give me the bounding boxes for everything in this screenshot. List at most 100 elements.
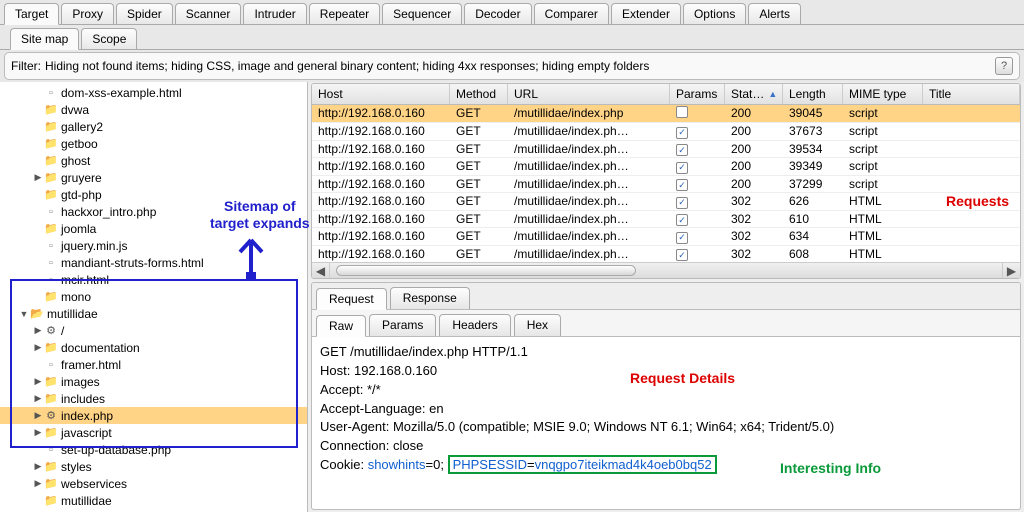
tab-response[interactable]: Response [390, 287, 470, 309]
table-header-row: HostMethodURLParamsStat…▲LengthMIME type… [312, 84, 1020, 105]
folder-open-icon: 📂 [30, 307, 44, 320]
help-icon[interactable]: ? [995, 57, 1013, 75]
tree-item[interactable]: 📁mutillidae [0, 492, 307, 509]
tab-alerts[interactable]: Alerts [748, 3, 801, 24]
tab-scanner[interactable]: Scanner [175, 3, 242, 24]
horizontal-scrollbar[interactable]: ◀ ▶ [312, 262, 1020, 278]
gear-icon: ⚙ [44, 324, 58, 337]
tree-item[interactable]: ▶📁webservices [0, 475, 307, 492]
table-row[interactable]: http://192.168.0.160GET/mutillidae/index… [312, 105, 1020, 123]
tab-hex[interactable]: Hex [514, 314, 561, 336]
highlighted-cookie: PHPSESSID=vnqgpo7iteikmad4k4oeb0bq52 [448, 455, 717, 474]
expand-caret-icon[interactable]: ▶ [32, 427, 44, 438]
col-header[interactable]: Length [783, 84, 843, 104]
folder-closed-icon: 📁 [44, 392, 58, 405]
folder-closed-icon: 📁 [44, 290, 58, 303]
tree-item[interactable]: 📁getboo [0, 135, 307, 152]
expand-caret-icon[interactable]: ▼ [18, 309, 30, 319]
tab-proxy[interactable]: Proxy [61, 3, 114, 24]
expand-caret-icon[interactable]: ▶ [32, 393, 44, 404]
raw-request-text[interactable]: GET /mutillidae/index.php HTTP/1.1 Host:… [312, 337, 1020, 481]
tree-item[interactable]: ▶📁styles [0, 458, 307, 475]
gear-icon: ⚙ [44, 409, 58, 422]
col-header[interactable]: URL [508, 84, 670, 104]
col-header[interactable]: Method [450, 84, 508, 104]
tree-item[interactable]: ▶⚙index.php [0, 407, 307, 424]
tab-intruder[interactable]: Intruder [243, 3, 306, 24]
tab-options[interactable]: Options [683, 3, 746, 24]
detail-panel: RequestResponse RawParamsHeadersHex GET … [311, 282, 1021, 510]
tab-request[interactable]: Request [316, 288, 387, 310]
scroll-right-icon[interactable]: ▶ [1002, 263, 1020, 279]
annotation-request-details: Request Details [630, 370, 735, 386]
expand-caret-icon[interactable]: ▶ [32, 342, 44, 353]
params-checkbox-icon: ✓ [676, 179, 688, 191]
sub-tabs: Site mapScope [0, 25, 1024, 50]
folder-closed-icon: 📁 [44, 494, 58, 507]
col-header[interactable]: MIME type [843, 84, 923, 104]
tree-item[interactable]: ▶📁documentation [0, 339, 307, 356]
file-icon: ▫ [44, 86, 58, 99]
tree-item[interactable]: ▶📁gruyere [0, 169, 307, 186]
col-header[interactable]: Host [312, 84, 450, 104]
table-row[interactable]: http://192.168.0.160GET/mutillidae/index… [312, 246, 1020, 263]
tree-item[interactable]: ▶📁images [0, 373, 307, 390]
expand-caret-icon[interactable]: ▶ [32, 461, 44, 472]
expand-caret-icon[interactable]: ▶ [32, 478, 44, 489]
tab-decoder[interactable]: Decoder [464, 3, 531, 24]
tree-item[interactable]: 📁gallery2 [0, 118, 307, 135]
params-checkbox-icon: ✓ [676, 127, 688, 139]
tab-sequencer[interactable]: Sequencer [382, 3, 462, 24]
file-icon: ▫ [44, 443, 58, 456]
tree-item[interactable]: ▫jquery.min.js [0, 237, 307, 254]
expand-caret-icon[interactable]: ▶ [32, 172, 44, 183]
filter-label: Filter: [11, 59, 41, 73]
tree-item[interactable]: 📁mono [0, 288, 307, 305]
tab-extender[interactable]: Extender [611, 3, 681, 24]
col-header[interactable]: Stat…▲ [725, 84, 783, 104]
tab-params[interactable]: Params [369, 314, 436, 336]
expand-caret-icon[interactable]: ▶ [32, 325, 44, 336]
table-row[interactable]: http://192.168.0.160GET/mutillidae/index… [312, 141, 1020, 159]
tab-headers[interactable]: Headers [439, 314, 510, 336]
table-row[interactable]: http://192.168.0.160GET/mutillidae/index… [312, 158, 1020, 176]
tree-item[interactable]: 📁ghost [0, 152, 307, 169]
site-tree[interactable]: ▫dom-xss-example.html📁dvwa📁gallery2📁getb… [0, 82, 308, 512]
expand-caret-icon[interactable]: ▶ [32, 376, 44, 387]
scroll-left-icon[interactable]: ◀ [312, 263, 330, 279]
scroll-knob[interactable] [336, 265, 636, 276]
tree-item[interactable]: ▶⚙/ [0, 322, 307, 339]
file-icon: ▫ [44, 256, 58, 269]
tab-comparer[interactable]: Comparer [534, 3, 609, 24]
subtab-site-map[interactable]: Site map [10, 28, 79, 50]
params-checkbox-icon: ✓ [676, 232, 688, 244]
tab-raw[interactable]: Raw [316, 315, 366, 337]
tree-item[interactable]: ▶📁includes [0, 390, 307, 407]
tab-spider[interactable]: Spider [116, 3, 173, 24]
tab-target[interactable]: Target [4, 3, 59, 25]
filter-bar[interactable]: Filter: Hiding not found items; hiding C… [4, 52, 1020, 80]
main-tabs: TargetProxySpiderScannerIntruderRepeater… [0, 0, 1024, 25]
tree-item[interactable]: ▫set-up-database.php [0, 441, 307, 458]
table-row[interactable]: http://192.168.0.160GET/mutillidae/index… [312, 176, 1020, 194]
table-row[interactable]: http://192.168.0.160GET/mutillidae/index… [312, 228, 1020, 246]
col-header[interactable]: Params [670, 84, 725, 104]
tab-repeater[interactable]: Repeater [309, 3, 380, 24]
tree-item[interactable]: ▫mandiant-struts-forms.html [0, 254, 307, 271]
tree-item[interactable]: ▫dom-xss-example.html [0, 84, 307, 101]
col-header[interactable]: Title [923, 84, 1020, 104]
folder-closed-icon: 📁 [44, 188, 58, 201]
tree-item[interactable]: ▶📁javascript [0, 424, 307, 441]
folder-closed-icon: 📁 [44, 341, 58, 354]
table-body[interactable]: http://192.168.0.160GET/mutillidae/index… [312, 105, 1020, 262]
tree-item[interactable]: 📁dvwa [0, 101, 307, 118]
expand-caret-icon[interactable]: ▶ [32, 410, 44, 421]
table-row[interactable]: http://192.168.0.160GET/mutillidae/index… [312, 123, 1020, 141]
tree-item[interactable]: ▫framer.html [0, 356, 307, 373]
table-row[interactable]: http://192.168.0.160GET/mutillidae/index… [312, 211, 1020, 229]
table-row[interactable]: http://192.168.0.160GET/mutillidae/index… [312, 193, 1020, 211]
tree-item[interactable]: ▼📂mutillidae [0, 305, 307, 322]
tree-item[interactable]: ▫mcir.html [0, 271, 307, 288]
subtab-scope[interactable]: Scope [81, 28, 137, 49]
file-icon: ▫ [44, 239, 58, 252]
